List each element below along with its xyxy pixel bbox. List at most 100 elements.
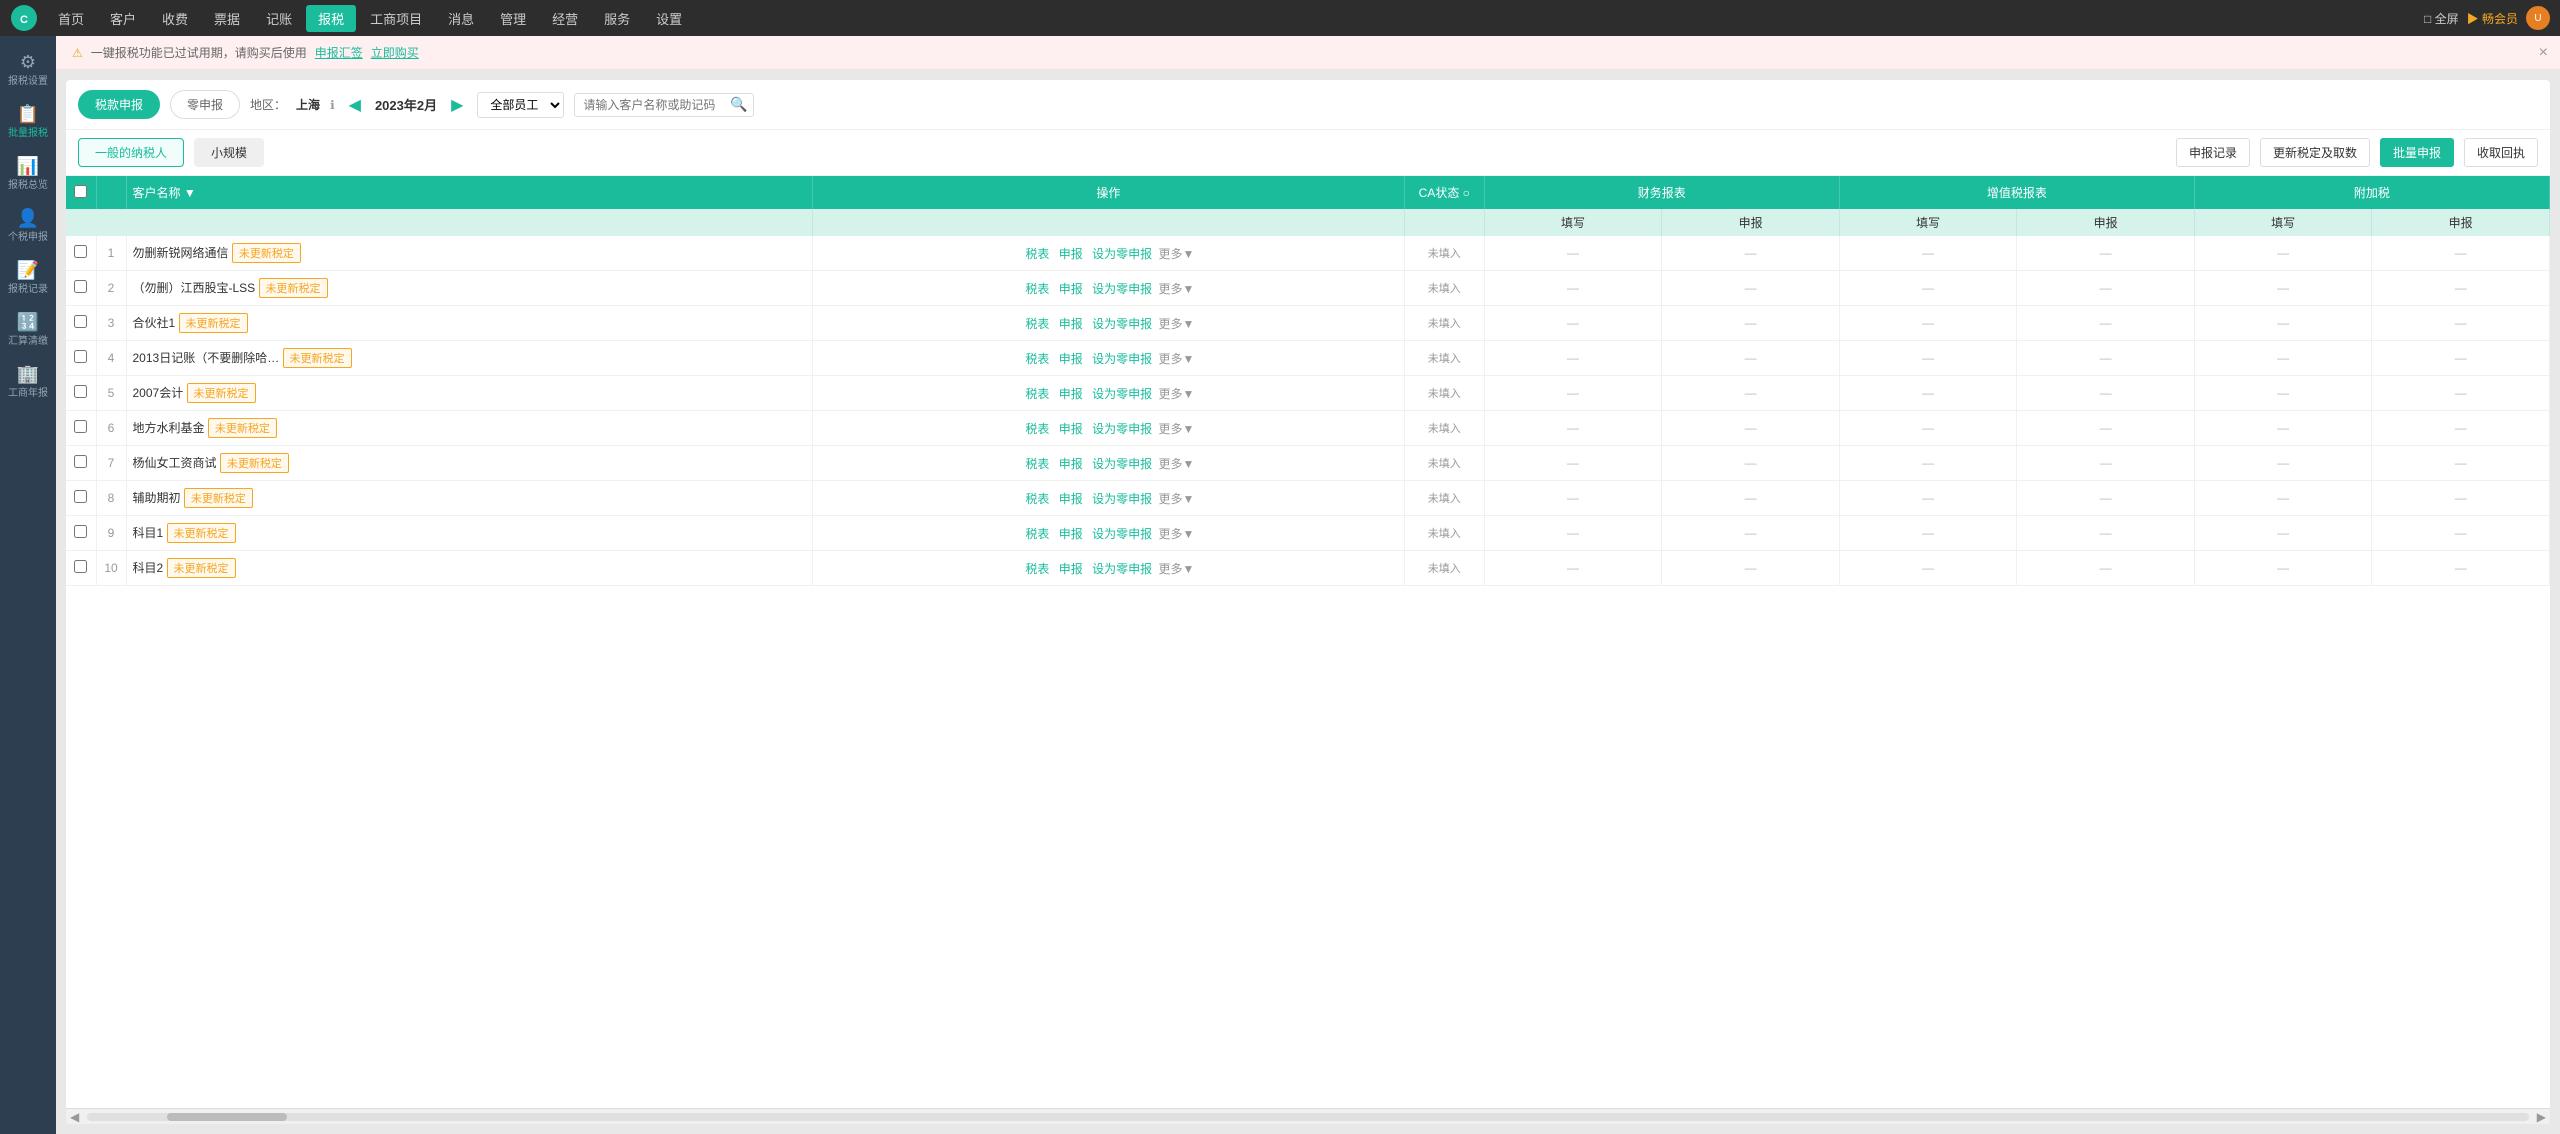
withdraw-btn[interactable]: 收取回执	[2464, 138, 2538, 167]
op-taxform-link[interactable]: 税表	[1025, 282, 1049, 296]
nav-invoice[interactable]: 票据	[202, 5, 252, 32]
op-taxform-link[interactable]: 税表	[1025, 247, 1049, 261]
op-declare-link[interactable]: 申报	[1059, 282, 1083, 296]
status-badge[interactable]: 未更新税定	[208, 418, 277, 438]
status-badge[interactable]: 未更新税定	[259, 278, 328, 298]
row-checkbox-cell[interactable]	[66, 306, 96, 341]
status-badge[interactable]: 未更新税定	[283, 348, 352, 368]
staff-select[interactable]: 全部员工	[477, 92, 564, 118]
row-checkbox-cell[interactable]	[66, 446, 96, 481]
nav-fee[interactable]: 收费	[150, 5, 200, 32]
op-taxform-link[interactable]: 税表	[1025, 352, 1049, 366]
op-declare-link[interactable]: 申报	[1059, 247, 1083, 261]
declare-link[interactable]: 申报汇签	[315, 44, 363, 61]
row-checkbox-2[interactable]	[74, 315, 87, 328]
row-checkbox-1[interactable]	[74, 280, 87, 293]
nav-settings[interactable]: 设置	[644, 5, 694, 32]
user-avatar[interactable]: U	[2526, 6, 2550, 30]
op-declare-link[interactable]: 申报	[1059, 457, 1083, 471]
tab-small-scale[interactable]: 小规模	[194, 138, 264, 167]
row-checkbox-9[interactable]	[74, 560, 87, 573]
op-taxform-link[interactable]: 税表	[1025, 317, 1049, 331]
op-zerodeclare-link[interactable]: 设为零申报	[1092, 527, 1152, 541]
tab-zerodeclare[interactable]: 零申报	[170, 90, 240, 119]
scroll-track[interactable]	[87, 1113, 2529, 1121]
nav-message[interactable]: 消息	[436, 5, 486, 32]
op-more-link[interactable]: 更多▼	[1159, 527, 1195, 541]
sidebar-item-baoshujilu[interactable]: 📝 报税记录	[0, 252, 56, 304]
op-zerodeclare-link[interactable]: 设为零申报	[1092, 247, 1152, 261]
op-more-link[interactable]: 更多▼	[1159, 457, 1195, 471]
op-declare-link[interactable]: 申报	[1059, 317, 1083, 331]
op-more-link[interactable]: 更多▼	[1159, 247, 1195, 261]
th-select-all[interactable]	[66, 176, 96, 209]
sidebar-item-baoshuishezhi[interactable]: ⚙ 报税设置	[0, 44, 56, 96]
op-zerodeclare-link[interactable]: 设为零申报	[1092, 282, 1152, 296]
nav-manage[interactable]: 管理	[488, 5, 538, 32]
search-button[interactable]: 🔍	[730, 96, 747, 113]
tab-general-taxpayer[interactable]: 一般的纳税人	[78, 138, 184, 167]
op-zerodeclare-link[interactable]: 设为零申报	[1092, 492, 1152, 506]
status-badge[interactable]: 未更新税定	[179, 313, 248, 333]
op-taxform-link[interactable]: 税表	[1025, 562, 1049, 576]
op-more-link[interactable]: 更多▼	[1159, 352, 1195, 366]
nav-accounting[interactable]: 记账	[254, 5, 304, 32]
vip-btn[interactable]: ▶ 畅会员	[2467, 10, 2518, 27]
op-zerodeclare-link[interactable]: 设为零申报	[1092, 562, 1152, 576]
row-checkbox-cell[interactable]	[66, 411, 96, 446]
banner-close-btn[interactable]: ×	[2539, 44, 2548, 62]
row-checkbox-0[interactable]	[74, 245, 87, 258]
nav-tax[interactable]: 报税	[306, 5, 356, 32]
sidebar-item-geshebaoshui[interactable]: 👤 个税申报	[0, 200, 56, 252]
op-more-link[interactable]: 更多▼	[1159, 492, 1195, 506]
tab-taxdeclare[interactable]: 税款申报	[78, 90, 160, 119]
op-zerodeclare-link[interactable]: 设为零申报	[1092, 352, 1152, 366]
op-declare-link[interactable]: 申报	[1059, 352, 1083, 366]
sidebar-item-piliangbaoshui[interactable]: 📋 批量报税	[0, 96, 56, 148]
op-more-link[interactable]: 更多▼	[1159, 422, 1195, 436]
op-taxform-link[interactable]: 税表	[1025, 492, 1049, 506]
nav-customer[interactable]: 客户	[98, 5, 148, 32]
op-zerodeclare-link[interactable]: 设为零申报	[1092, 317, 1152, 331]
fullscreen-btn[interactable]: □ 全屏	[2424, 10, 2459, 27]
op-declare-link[interactable]: 申报	[1059, 562, 1083, 576]
op-zerodeclare-link[interactable]: 设为零申报	[1092, 422, 1152, 436]
row-checkbox-cell[interactable]	[66, 341, 96, 376]
row-checkbox-8[interactable]	[74, 525, 87, 538]
sidebar-item-jisuanqingze[interactable]: 🔢 汇算清缴	[0, 304, 56, 356]
status-badge[interactable]: 未更新税定	[232, 243, 301, 263]
row-checkbox-4[interactable]	[74, 385, 87, 398]
row-checkbox-6[interactable]	[74, 455, 87, 468]
row-checkbox-cell[interactable]	[66, 516, 96, 551]
status-badge[interactable]: 未更新税定	[187, 383, 256, 403]
status-badge[interactable]: 未更新税定	[167, 523, 236, 543]
op-zerodeclare-link[interactable]: 设为零申报	[1092, 457, 1152, 471]
op-taxform-link[interactable]: 税表	[1025, 422, 1049, 436]
batch-declare-btn[interactable]: 批量申报	[2380, 138, 2454, 167]
buy-link[interactable]: 立即购买	[371, 44, 419, 61]
op-taxform-link[interactable]: 税表	[1025, 527, 1049, 541]
row-checkbox-cell[interactable]	[66, 236, 96, 271]
op-more-link[interactable]: 更多▼	[1159, 317, 1195, 331]
row-checkbox-5[interactable]	[74, 420, 87, 433]
sidebar-item-baoshuizonglan[interactable]: 📊 报税总览	[0, 148, 56, 200]
period-next-btn[interactable]: ▶	[447, 93, 467, 117]
update-quota-btn[interactable]: 更新税定及取数	[2260, 138, 2370, 167]
op-taxform-link[interactable]: 税表	[1025, 387, 1049, 401]
nav-operation[interactable]: 经营	[540, 5, 590, 32]
sidebar-item-gongshangnianbo[interactable]: 🏢 工商年报	[0, 356, 56, 408]
nav-business[interactable]: 工商项目	[358, 5, 434, 32]
region-info-icon[interactable]: ℹ	[330, 98, 335, 112]
status-badge[interactable]: 未更新税定	[184, 488, 253, 508]
row-checkbox-cell[interactable]	[66, 481, 96, 516]
nav-home[interactable]: 首页	[46, 5, 96, 32]
bottom-scrollbar[interactable]: ◀ ▶	[66, 1108, 2550, 1124]
status-badge[interactable]: 未更新税定	[167, 558, 236, 578]
op-declare-link[interactable]: 申报	[1059, 387, 1083, 401]
row-checkbox-3[interactable]	[74, 350, 87, 363]
declare-record-btn[interactable]: 申报记录	[2176, 138, 2250, 167]
search-input[interactable]	[574, 93, 754, 117]
op-more-link[interactable]: 更多▼	[1159, 387, 1195, 401]
op-declare-link[interactable]: 申报	[1059, 422, 1083, 436]
status-badge[interactable]: 未更新税定	[220, 453, 289, 473]
